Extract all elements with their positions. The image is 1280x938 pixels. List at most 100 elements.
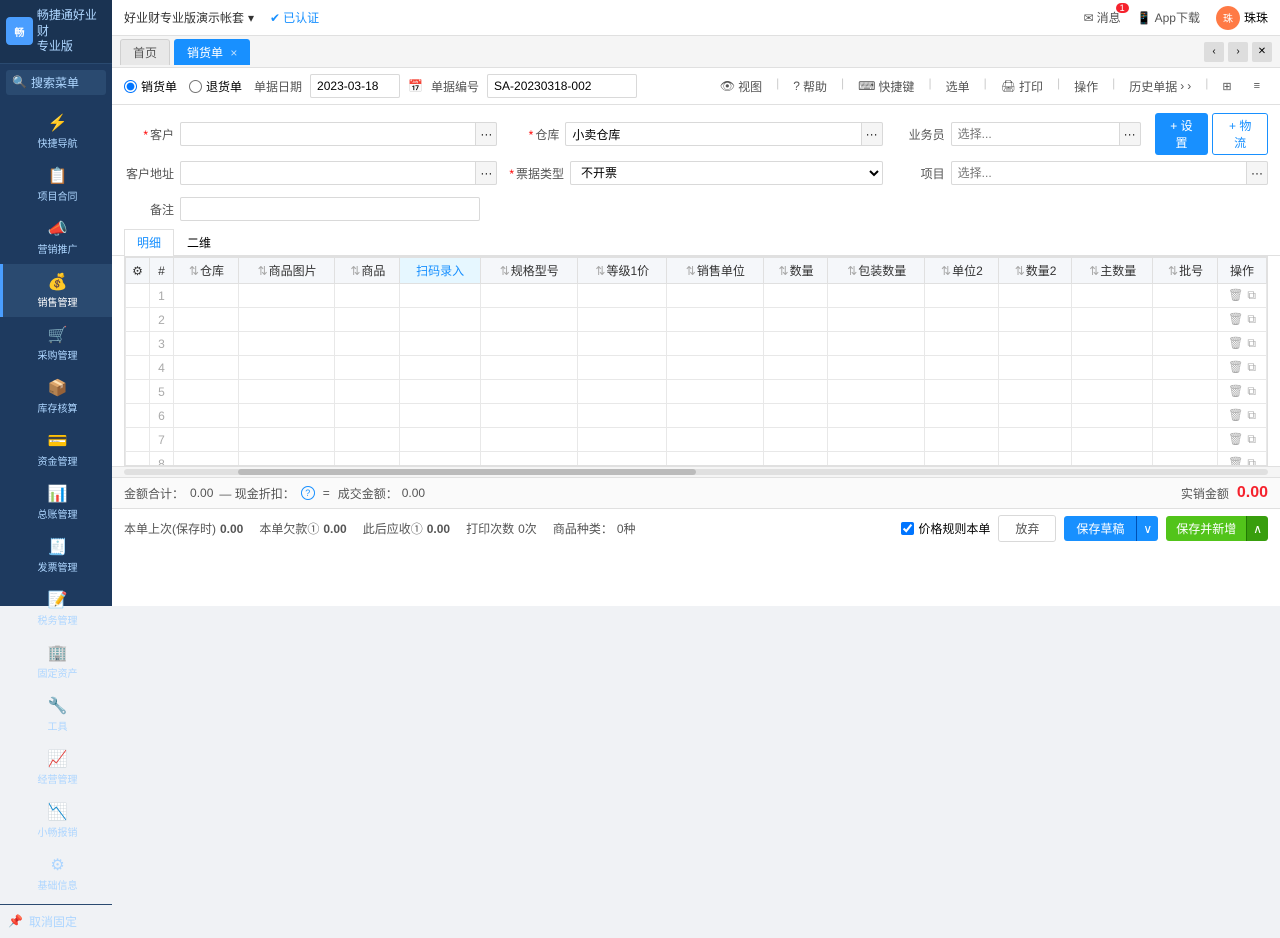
qty-col-header[interactable]: ⇅数量 — [763, 258, 828, 284]
help-icon[interactable]: ? — [301, 486, 315, 500]
row-scan[interactable] — [400, 452, 481, 467]
sidebar-item-invoice[interactable]: 🧾 发票管理 — [0, 529, 112, 582]
row-price[interactable] — [577, 332, 667, 356]
delete-icon[interactable]: 🗑 — [1228, 456, 1243, 466]
row-settings[interactable] — [126, 308, 150, 332]
copy-icon[interactable]: ⧉ — [1247, 336, 1256, 351]
row-qty[interactable] — [763, 428, 828, 452]
row-pack-qty[interactable] — [828, 452, 925, 467]
row-qty[interactable] — [763, 356, 828, 380]
row-price[interactable] — [577, 404, 667, 428]
row-main-qty[interactable] — [1072, 332, 1153, 356]
doc-no-input[interactable] — [487, 74, 637, 98]
row-settings[interactable] — [126, 404, 150, 428]
user-menu[interactable]: 珠 珠珠 — [1216, 6, 1268, 30]
sidebar-item-funds[interactable]: 💳 资金管理 — [0, 423, 112, 476]
row-unit2[interactable] — [925, 284, 999, 308]
delete-icon[interactable]: 🗑 — [1228, 288, 1243, 303]
row-warehouse[interactable] — [174, 380, 239, 404]
row-pack-qty[interactable] — [828, 332, 925, 356]
calendar-icon[interactable]: 📅 — [408, 79, 423, 93]
row-warehouse[interactable] — [174, 428, 239, 452]
row-main-qty[interactable] — [1072, 404, 1153, 428]
sidebar-item-operation[interactable]: 📈 经营管理 — [0, 741, 112, 794]
row-settings[interactable] — [126, 380, 150, 404]
row-qty2[interactable] — [998, 308, 1072, 332]
settings-button[interactable]: + 设置 — [1155, 113, 1209, 155]
sidebar-item-assets[interactable]: 🏢 固定资产 — [0, 635, 112, 688]
save-draft-button[interactable]: 保存草稿 — [1064, 516, 1136, 541]
row-scan[interactable] — [400, 284, 481, 308]
copy-icon[interactable]: ⧉ — [1247, 288, 1256, 303]
row-qty[interactable] — [763, 452, 828, 467]
row-unit[interactable] — [667, 332, 764, 356]
row-unit2[interactable] — [925, 428, 999, 452]
row-unit2[interactable] — [925, 332, 999, 356]
tab-close-icon[interactable]: × — [230, 46, 237, 60]
row-qty2[interactable] — [998, 284, 1072, 308]
row-product-img[interactable] — [238, 380, 335, 404]
search-menu-button[interactable]: 🔍 搜索菜单 — [6, 70, 106, 95]
row-main-qty[interactable] — [1072, 284, 1153, 308]
row-unit2[interactable] — [925, 356, 999, 380]
row-batch[interactable] — [1153, 380, 1218, 404]
row-warehouse[interactable] — [174, 404, 239, 428]
save-new-arrow-button[interactable]: ∧ — [1246, 516, 1268, 541]
row-unit2[interactable] — [925, 380, 999, 404]
row-batch[interactable] — [1153, 356, 1218, 380]
row-product-img[interactable] — [238, 428, 335, 452]
row-unit[interactable] — [667, 452, 764, 467]
row-unit[interactable] — [667, 404, 764, 428]
row-pack-qty[interactable] — [828, 356, 925, 380]
qty2-col-header[interactable]: ⇅数量2 — [998, 258, 1072, 284]
row-warehouse[interactable] — [174, 308, 239, 332]
shortcuts-button[interactable]: ⌨ 快捷键 — [850, 76, 922, 97]
row-pack-qty[interactable] — [828, 308, 925, 332]
warehouse-more-button[interactable]: ··· — [862, 122, 883, 146]
note-input[interactable] — [180, 197, 480, 221]
tab-2d[interactable]: 二维 — [174, 229, 224, 255]
copy-icon[interactable]: ⧉ — [1247, 384, 1256, 399]
copy-icon[interactable]: ⧉ — [1247, 456, 1256, 466]
row-settings[interactable] — [126, 332, 150, 356]
row-product[interactable] — [335, 380, 400, 404]
operate-button[interactable]: 操作 — [1066, 76, 1106, 97]
row-product-img[interactable] — [238, 332, 335, 356]
row-scan[interactable] — [400, 404, 481, 428]
sidebar-item-basic[interactable]: ⚙ 基础信息 — [0, 847, 112, 900]
staff-input[interactable] — [951, 122, 1120, 146]
row-price[interactable] — [577, 428, 667, 452]
row-unit[interactable] — [667, 428, 764, 452]
row-qty[interactable] — [763, 332, 828, 356]
row-product-img[interactable] — [238, 404, 335, 428]
row-product[interactable] — [335, 332, 400, 356]
product-img-col-header[interactable]: ⇅商品图片 — [238, 258, 335, 284]
row-product[interactable] — [335, 356, 400, 380]
view-button[interactable]: 👁 视图 — [712, 76, 770, 97]
row-price[interactable] — [577, 284, 667, 308]
sidebar-item-marketing[interactable]: 📣 营销推广 — [0, 211, 112, 264]
row-qty2[interactable] — [998, 380, 1072, 404]
return-order-radio[interactable]: 退货单 — [189, 78, 242, 95]
row-spec[interactable] — [480, 284, 577, 308]
row-batch[interactable] — [1153, 404, 1218, 428]
message-button[interactable]: ✉ 消息 1 — [1084, 9, 1121, 26]
row-spec[interactable] — [480, 428, 577, 452]
row-unit2[interactable] — [925, 452, 999, 467]
row-product[interactable] — [335, 428, 400, 452]
row-unit[interactable] — [667, 356, 764, 380]
grid-view-button[interactable]: ⊞ — [1214, 76, 1239, 97]
row-settings[interactable] — [126, 428, 150, 452]
row-qty2[interactable] — [998, 428, 1072, 452]
row-main-qty[interactable] — [1072, 356, 1153, 380]
tab-next-button[interactable]: › — [1228, 42, 1248, 62]
row-warehouse[interactable] — [174, 452, 239, 467]
row-price[interactable] — [577, 452, 667, 467]
sidebar-item-accounts[interactable]: 📊 总账管理 — [0, 476, 112, 529]
row-spec[interactable] — [480, 404, 577, 428]
print-button[interactable]: 🖨 打印 — [993, 76, 1051, 97]
copy-icon[interactable]: ⧉ — [1247, 408, 1256, 423]
row-batch[interactable] — [1153, 284, 1218, 308]
row-spec[interactable] — [480, 332, 577, 356]
row-pack-qty[interactable] — [828, 284, 925, 308]
